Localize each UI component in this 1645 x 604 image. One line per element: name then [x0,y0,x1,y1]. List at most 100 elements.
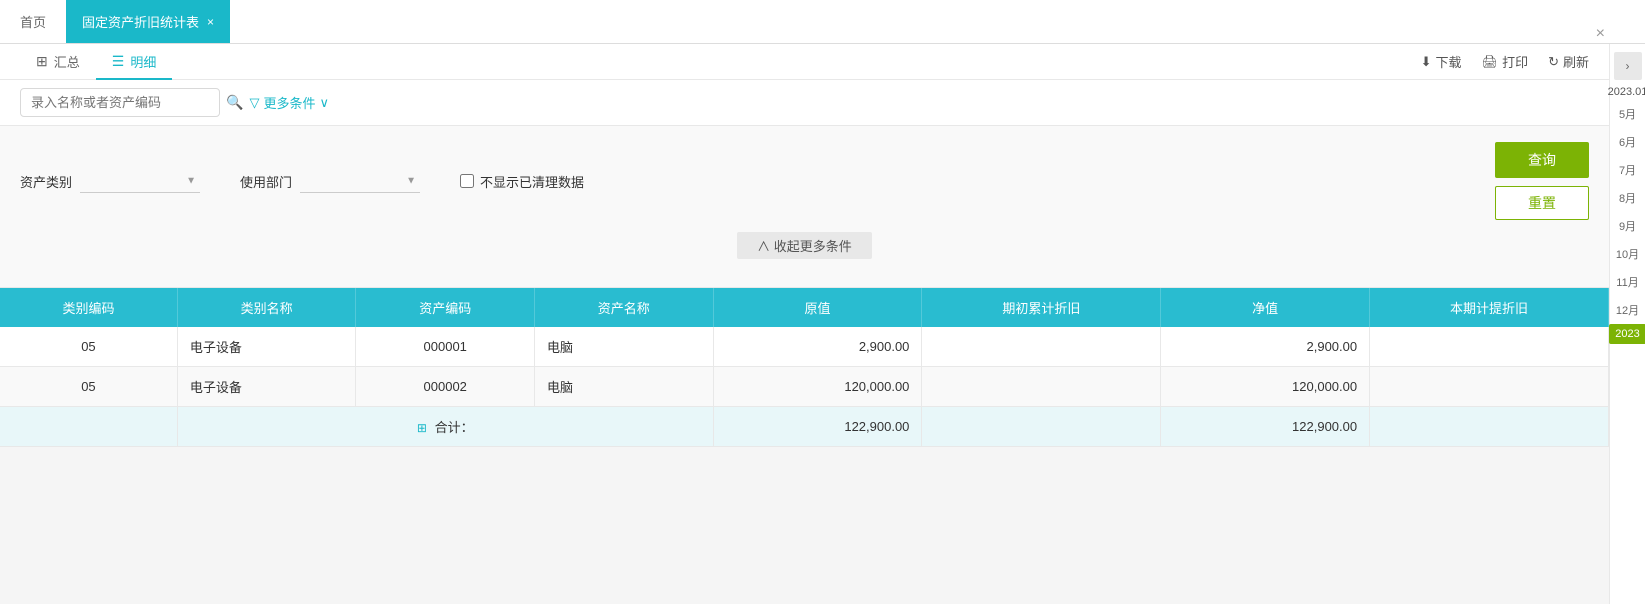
summary-icon: ⊞ [36,53,48,70]
total-original: 122,900.00 [713,407,922,447]
cell-cur-dep [1370,327,1609,367]
nav-tab-label: 固定资产折旧统计表 [82,12,199,31]
table-header: 类别编码 类别名称 资产编码 资产名称 原值 期初累计折旧 净值 本期计提折旧 [0,288,1609,327]
cell-cur-dep [1370,367,1609,407]
data-table: 类别编码 类别名称 资产编码 资产名称 原值 期初累计折旧 净值 本期计提折旧 [0,288,1609,447]
tab-detail-label: 明细 [130,52,156,71]
refresh-label: 刷新 [1563,52,1589,71]
col-asset-code: 资产编码 [356,288,535,327]
search-bar: 🔍 ▽ 更多条件 ∨ [0,80,1609,126]
download-icon: ⬇ [1421,54,1432,70]
filter-label: 更多条件 [263,93,315,112]
department-select[interactable] [300,169,420,193]
sidebar-month-11[interactable]: 11月 [1612,268,1642,296]
filter-chevron-icon: ∨ [319,95,329,111]
nav-tab-fixed-assets[interactable]: 固定资产折旧统计表 × [66,0,230,43]
refresh-icon: ↻ [1548,54,1559,70]
department-label: 使用部门 [240,172,292,191]
nav-tab-close-btn[interactable]: × [207,15,214,29]
col-net-value: 净值 [1161,288,1370,327]
window-close-btn[interactable]: × [1596,12,1625,56]
download-btn[interactable]: ⬇ 下载 [1421,52,1462,71]
tab-summary[interactable]: ⊞ 汇总 [20,45,96,80]
col-current-depreciation: 本期计提折旧 [1370,288,1609,327]
collapse-row: ∧ 收起更多条件 [20,220,1589,271]
col-acc-depreciation: 期初累计折旧 [922,288,1161,327]
sidebar-expand-btn[interactable]: › [1614,52,1642,80]
print-btn[interactable]: 🖨 打印 [1482,52,1529,71]
toolbar: ⬇ 下载 🖨 打印 ↻ 刷新 [1401,44,1609,79]
filter-btn[interactable]: ▽ 更多条件 ∨ [249,93,329,112]
cell-asset-name: 电脑 [535,327,714,367]
asset-category-select-wrapper[interactable] [80,169,200,193]
sidebar-month-10[interactable]: 10月 [1612,240,1643,268]
total-cur-dep [1370,407,1609,447]
total-label: 合计： [435,420,474,435]
col-category-code: 类别编码 [0,288,177,327]
total-label-cell: ⊞ 合计： [177,407,713,447]
cell-code: 05 [0,367,177,407]
cell-asset-code: 000002 [356,367,535,407]
cell-asset-name: 电脑 [535,367,714,407]
total-acc-dep [922,407,1161,447]
download-label: 下载 [1436,52,1462,71]
cell-code: 05 [0,327,177,367]
cell-net: 2,900.00 [1161,327,1370,367]
filter-row: 资产类别 使用部门 [20,142,1589,220]
detail-icon: ☰ [112,53,125,70]
print-label: 打印 [1502,52,1528,71]
col-original-value: 原值 [713,288,922,327]
print-icon: 🖨 [1482,54,1499,70]
sidebar-month-12[interactable]: 12月 [1612,296,1643,324]
table-row: 05 电子设备 000001 电脑 2,900.00 2,900.00 [0,327,1609,367]
sidebar-month-7[interactable]: 7月 [1615,156,1640,184]
header-nav: 首页 固定资产折旧统计表 × × [0,0,1645,44]
sidebar-month-6[interactable]: 6月 [1615,128,1640,156]
right-sidebar: › 2023.01 5月 6月 7月 8月 9月 10月 11月 12月 202… [1609,44,1645,604]
sidebar-month-8[interactable]: 8月 [1615,184,1640,212]
hide-cleared-checkbox[interactable] [460,174,474,188]
filter-actions: 查询 重置 [1495,142,1589,220]
filter-department: 使用部门 [240,169,420,193]
cell-acc-dep [922,327,1161,367]
table-body: 05 电子设备 000001 电脑 2,900.00 2,900.00 05 电… [0,327,1609,447]
filter-icon: ▽ [249,95,259,111]
col-asset-name: 资产名称 [535,288,714,327]
tab-detail[interactable]: ☰ 明细 [96,45,173,80]
cell-net: 120,000.00 [1161,367,1370,407]
reset-btn[interactable]: 重置 [1495,186,1589,220]
refresh-btn[interactable]: ↻ 刷新 [1548,52,1589,71]
query-btn[interactable]: 查询 [1495,142,1589,178]
cell-category: 电子设备 [177,367,356,407]
tab-summary-label: 汇总 [54,52,80,71]
table-container: 类别编码 类别名称 资产编码 资产名称 原值 期初累计折旧 净值 本期计提折旧 [0,288,1609,604]
asset-category-label: 资产类别 [20,172,72,191]
total-empty-1 [0,407,177,447]
cell-asset-code: 000001 [356,327,535,367]
total-icon: ⊞ [417,421,427,435]
table-total-row: ⊞ 合计： 122,900.00 122,900.00 [0,407,1609,447]
cell-original: 120,000.00 [713,367,922,407]
search-icon[interactable]: 🔍 [226,94,243,111]
sub-tabs: ⊞ 汇总 ☰ 明细 [0,44,192,79]
sidebar-month-9[interactable]: 9月 [1615,212,1640,240]
filter-asset-category: 资产类别 [20,169,200,193]
filter-panel: 资产类别 使用部门 [0,126,1609,288]
table-row: 05 电子设备 000002 电脑 120,000.00 120,000.00 [0,367,1609,407]
total-net: 122,900.00 [1161,407,1370,447]
cell-original: 2,900.00 [713,327,922,367]
cell-acc-dep [922,367,1161,407]
sidebar-year-2023[interactable]: 2023 [1609,324,1645,344]
hide-cleared-label: 不显示已清理数据 [480,172,584,191]
asset-category-select[interactable] [80,169,200,193]
sidebar-month-5[interactable]: 5月 [1615,100,1640,128]
col-category-name: 类别名称 [177,288,356,327]
nav-home[interactable]: 首页 [0,0,66,43]
search-input[interactable] [20,88,220,117]
hide-cleared-group: 不显示已清理数据 [460,172,584,191]
collapse-btn[interactable]: ∧ 收起更多条件 [737,232,872,259]
cell-category: 电子设备 [177,327,356,367]
collapse-icon: ∧ [757,239,774,254]
department-select-wrapper[interactable] [300,169,420,193]
sidebar-date: 2023.01 [1604,84,1645,100]
